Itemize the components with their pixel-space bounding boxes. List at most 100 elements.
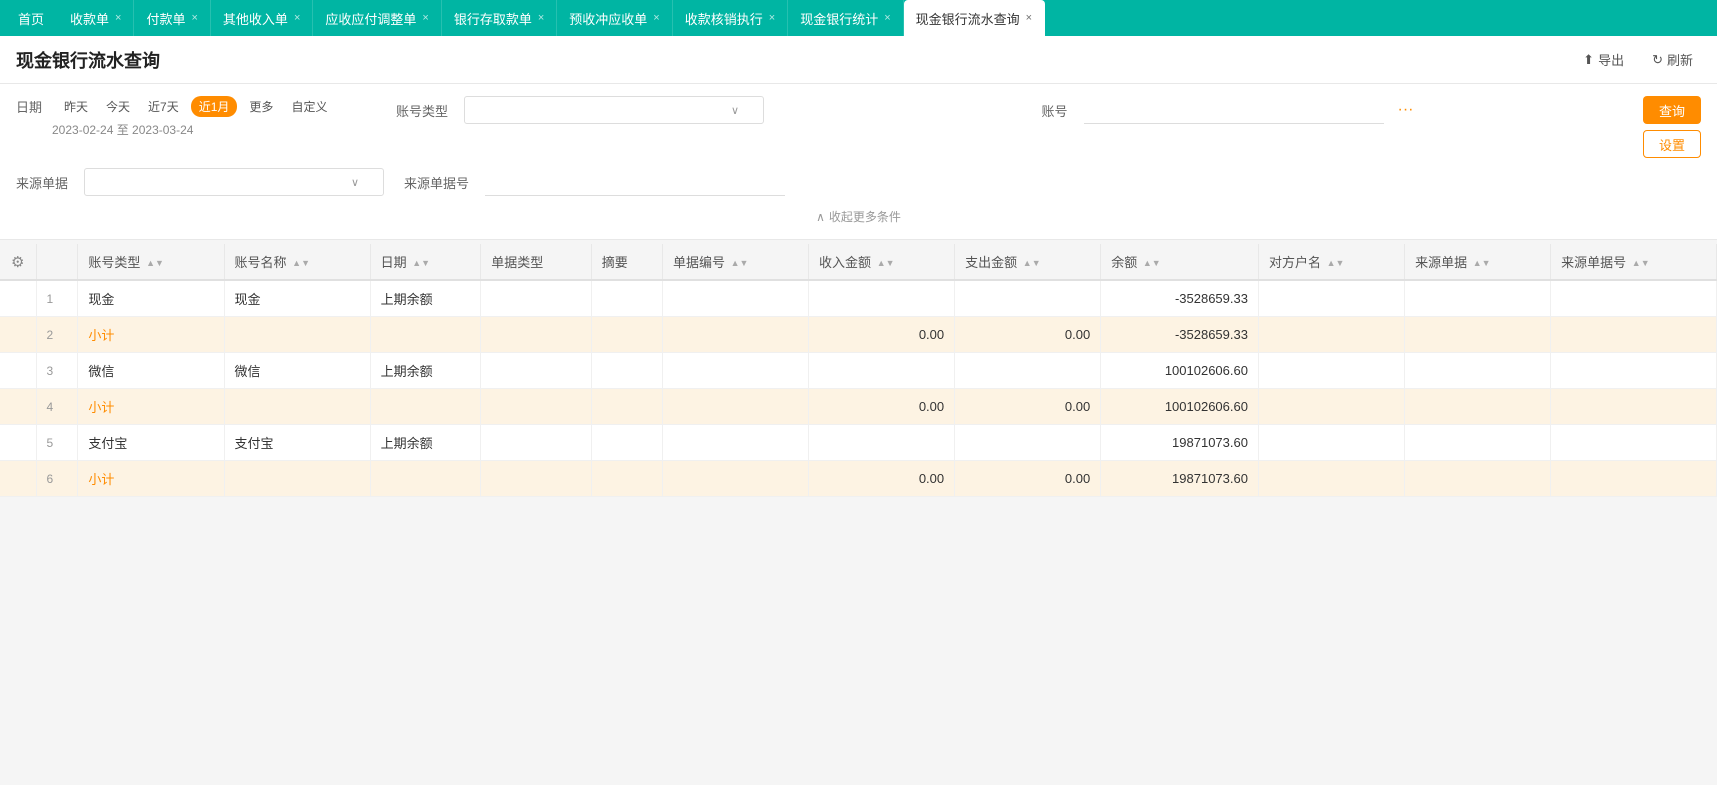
- cell-source-doc: [1405, 389, 1551, 425]
- cell-doc-no: [662, 461, 808, 497]
- cell-account-name: 支付宝: [224, 425, 370, 461]
- cell-account-name: [224, 389, 370, 425]
- settings-button[interactable]: 设置: [1643, 130, 1701, 158]
- gear-icon[interactable]: ⚙: [11, 254, 24, 271]
- cell-doc-type: [481, 353, 592, 389]
- nav-tab-flow-query[interactable]: 现金银行流水查询 ×: [904, 0, 1045, 36]
- close-icon[interactable]: ×: [1026, 12, 1032, 24]
- close-icon[interactable]: ×: [422, 12, 428, 24]
- refresh-button[interactable]: ↻ 刷新: [1644, 46, 1701, 73]
- right-buttons: 查询 设置: [1643, 96, 1701, 158]
- cell-expense: 0.00: [955, 461, 1101, 497]
- sort-icon: ▲▼: [877, 259, 895, 268]
- cell-doc-no: [662, 425, 808, 461]
- close-icon[interactable]: ×: [653, 12, 659, 24]
- cell-balance: -3528659.33: [1101, 280, 1259, 317]
- cell-doc-no: [662, 353, 808, 389]
- gear-cell: [0, 461, 36, 497]
- sort-icon: ▲▼: [1023, 259, 1041, 268]
- sort-icon: ▲▼: [1327, 259, 1345, 268]
- cell-source-doc-no: [1551, 280, 1717, 317]
- cell-doc-type: [481, 461, 592, 497]
- table-row: 5支付宝支付宝上期余额19871073.60: [0, 425, 1717, 461]
- gear-cell: [0, 317, 36, 353]
- collapse-filter-button[interactable]: ∧ 收起更多条件: [16, 204, 1701, 229]
- th-source-doc-no[interactable]: 来源单据号 ▲▼: [1551, 244, 1717, 280]
- nav-tab-stats[interactable]: 现金银行统计 ×: [788, 0, 903, 36]
- date-btn-custom[interactable]: 自定义: [285, 96, 333, 117]
- th-expense[interactable]: 支出金额 ▲▼: [955, 244, 1101, 280]
- th-source-doc[interactable]: 来源单据 ▲▼: [1405, 244, 1551, 280]
- date-btn-yesterday[interactable]: 昨天: [58, 96, 94, 117]
- export-button[interactable]: ⬆ 导出: [1575, 46, 1632, 73]
- cell-doc-type: [481, 389, 592, 425]
- table-settings-col[interactable]: ⚙: [0, 244, 36, 280]
- row-num: 6: [36, 461, 78, 497]
- row-num: 4: [36, 389, 78, 425]
- date-btns: 昨天 今天 近7天 近1月 更多 自定义: [58, 96, 333, 117]
- sort-icon: ▲▼: [731, 259, 749, 268]
- cell-source-doc: [1405, 280, 1551, 317]
- date-btn-today[interactable]: 今天: [100, 96, 136, 117]
- cell-account-name: 微信: [224, 353, 370, 389]
- nav-tab-bank-deposit[interactable]: 银行存取款单 ×: [442, 0, 557, 36]
- header-actions: ⬆ 导出 ↻ 刷新: [1575, 46, 1701, 73]
- cell-source-doc-no: [1551, 317, 1717, 353]
- account-more-button[interactable]: ···: [1392, 101, 1420, 119]
- row-num: 1: [36, 280, 78, 317]
- th-counterpart[interactable]: 对方户名 ▲▼: [1258, 244, 1404, 280]
- cell-date: [370, 389, 481, 425]
- cell-income: 0.00: [809, 389, 955, 425]
- table-row: 3微信微信上期余额100102606.60: [0, 353, 1717, 389]
- nav-tab-ar-adjust[interactable]: 应收应付调整单 ×: [313, 0, 441, 36]
- cell-expense: 0.00: [955, 317, 1101, 353]
- cell-account-type: 微信: [78, 353, 224, 389]
- close-icon[interactable]: ×: [191, 12, 197, 24]
- th-account-type[interactable]: 账号类型 ▲▼: [78, 244, 224, 280]
- date-btn-1month[interactable]: 近1月: [191, 96, 238, 117]
- nav-home[interactable]: 首页: [4, 0, 58, 36]
- date-btn-more[interactable]: 更多: [243, 96, 279, 117]
- cell-account-name: 现金: [224, 280, 370, 317]
- nav-tab-receipts[interactable]: 收款单 ×: [58, 0, 134, 36]
- th-account-name[interactable]: 账号名称 ▲▼: [224, 244, 370, 280]
- table-header-row: ⚙ 账号类型 ▲▼ 账号名称 ▲▼ 日期 ▲▼ 单据类型: [0, 244, 1717, 280]
- cell-balance: 19871073.60: [1101, 461, 1259, 497]
- th-doc-no[interactable]: 单据编号 ▲▼: [662, 244, 808, 280]
- account-label: 账号: [1042, 101, 1068, 120]
- cell-income: 0.00: [809, 461, 955, 497]
- date-label: 日期: [16, 97, 42, 116]
- table-row: 6小计0.000.0019871073.60: [0, 461, 1717, 497]
- table-row: 2小计0.000.00-3528659.33: [0, 317, 1717, 353]
- source-doc-no-label: 来源单据号: [404, 173, 469, 192]
- cell-counterpart: [1258, 461, 1404, 497]
- close-icon[interactable]: ×: [115, 12, 121, 24]
- close-icon[interactable]: ×: [769, 12, 775, 24]
- cell-account-type: 现金: [78, 280, 224, 317]
- export-icon: ⬆: [1583, 52, 1594, 68]
- close-icon[interactable]: ×: [884, 12, 890, 24]
- chevron-down-icon: ∨: [351, 176, 359, 189]
- cell-counterpart: [1258, 425, 1404, 461]
- nav-tab-payments[interactable]: 付款单 ×: [134, 0, 210, 36]
- query-button[interactable]: 查询: [1643, 96, 1701, 124]
- close-icon[interactable]: ×: [538, 12, 544, 24]
- source-doc-no-input[interactable]: [485, 168, 785, 196]
- cell-account-name: [224, 461, 370, 497]
- chevron-down-icon: ∨: [731, 104, 739, 117]
- cell-income: [809, 280, 955, 317]
- date-btn-7days[interactable]: 近7天: [142, 96, 185, 117]
- sort-icon: ▲▼: [1143, 259, 1161, 268]
- data-table: ⚙ 账号类型 ▲▼ 账号名称 ▲▼ 日期 ▲▼ 单据类型: [0, 244, 1717, 497]
- nav-tab-prepay[interactable]: 预收冲应收单 ×: [557, 0, 672, 36]
- source-doc-select[interactable]: ∨: [84, 168, 384, 196]
- nav-tab-other-income[interactable]: 其他收入单 ×: [211, 0, 313, 36]
- th-date[interactable]: 日期 ▲▼: [370, 244, 481, 280]
- cell-expense: [955, 425, 1101, 461]
- sort-icon: ▲▼: [1473, 259, 1491, 268]
- nav-tab-verify[interactable]: 收款核销执行 ×: [673, 0, 788, 36]
- th-income[interactable]: 收入金额 ▲▼: [809, 244, 955, 280]
- account-type-select[interactable]: ∨: [464, 96, 764, 124]
- th-balance[interactable]: 余额 ▲▼: [1101, 244, 1259, 280]
- close-icon[interactable]: ×: [294, 12, 300, 24]
